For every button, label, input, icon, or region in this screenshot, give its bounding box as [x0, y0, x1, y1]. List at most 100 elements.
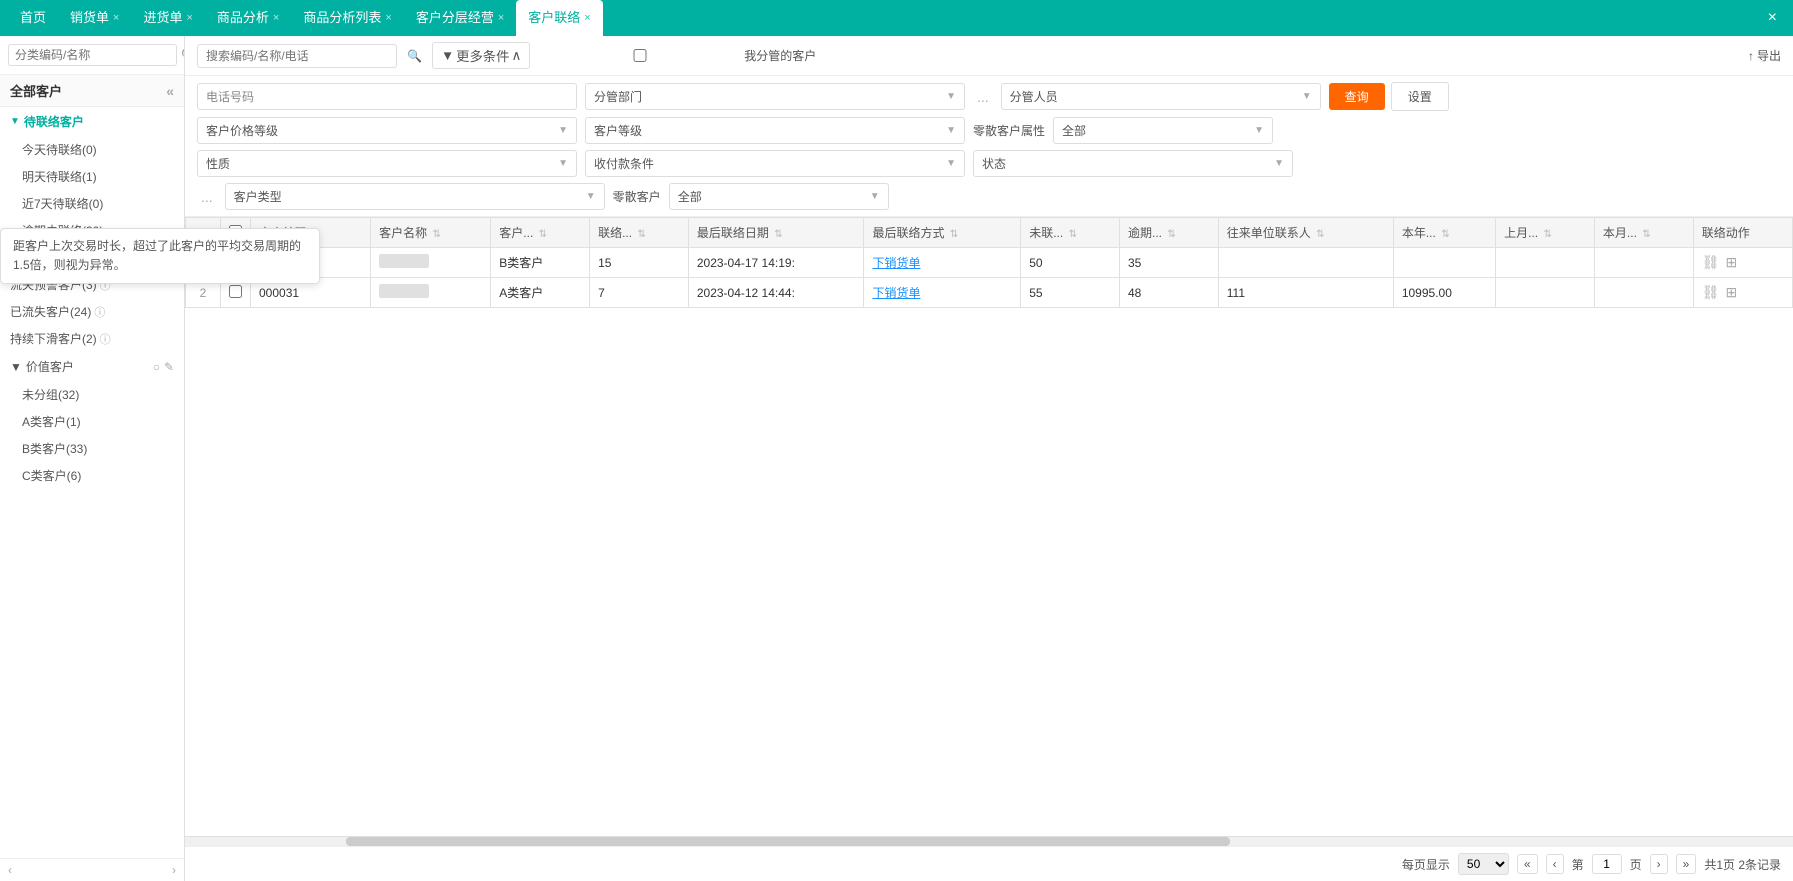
- close-icon[interactable]: ×: [584, 0, 590, 36]
- sidebar-bottom-nav: ‹ ›: [0, 858, 184, 881]
- chevron-down-icon: ▼: [586, 191, 596, 202]
- current-year-cell: [1393, 248, 1495, 278]
- sort-icon[interactable]: ⇅: [539, 229, 547, 240]
- setting-button[interactable]: 设置: [1391, 82, 1449, 111]
- close-icon[interactable]: ×: [498, 0, 504, 36]
- close-icon[interactable]: ×: [186, 0, 192, 36]
- filter-dept-select[interactable]: 分管部门 ▼: [585, 83, 965, 110]
- close-icon[interactable]: ×: [273, 0, 279, 36]
- sort-icon[interactable]: ⇅: [1441, 229, 1449, 240]
- nav-sales[interactable]: 销货单 ×: [58, 0, 131, 36]
- sidebar-item-c-class[interactable]: C类客户(6): [0, 462, 184, 489]
- close-icon[interactable]: ×: [113, 0, 119, 36]
- sidebar-item-declining[interactable]: 持续下滑客户(2) ⓘ: [0, 325, 184, 352]
- sort-icon[interactable]: ⇅: [950, 229, 958, 240]
- filter-retail-customer-select[interactable]: 全部 ▼: [669, 183, 889, 210]
- row-checkbox[interactable]: [229, 285, 242, 298]
- current-year-cell: 10995.00: [1393, 278, 1495, 308]
- edit-icon[interactable]: ✎: [164, 360, 174, 374]
- link-icon[interactable]: ⛓: [1702, 284, 1720, 301]
- sort-icon[interactable]: ⇅: [1167, 229, 1175, 240]
- link-icon[interactable]: ⛓: [1702, 254, 1720, 271]
- sidebar-item-tomorrow[interactable]: 明天待联络(1): [0, 163, 184, 190]
- last-contact-method-cell[interactable]: 下销货单: [864, 248, 1021, 278]
- my-customer-checkbox-label[interactable]: 我分管的客户: [540, 47, 816, 64]
- sort-icon[interactable]: ⇅: [1069, 229, 1077, 240]
- filter-gender-select[interactable]: 性质 ▼: [197, 150, 577, 177]
- chevron-down-icon: ▼: [946, 125, 956, 136]
- contact-person-cell: 111: [1218, 278, 1393, 308]
- page-number-input[interactable]: [1592, 854, 1622, 874]
- sidebar-section-pending[interactable]: ▼ 待联络客户: [0, 107, 184, 136]
- sidebar-next-btn[interactable]: ›: [172, 863, 176, 877]
- filter-price-level-select[interactable]: 客户价格等级 ▼: [197, 117, 577, 144]
- retail-customer-label: 零散客户: [613, 188, 661, 205]
- last-month-cell: [1496, 248, 1595, 278]
- horizontal-scrollbar[interactable]: [185, 836, 1793, 846]
- next-page-button[interactable]: ›: [1650, 854, 1668, 874]
- filter-payment-select[interactable]: 收付款条件 ▼: [585, 150, 965, 177]
- sidebar-all-customers[interactable]: 全部客户 «: [0, 75, 184, 107]
- sort-icon[interactable]: ⇅: [637, 229, 645, 240]
- prev-page-button[interactable]: ‹: [1546, 854, 1564, 874]
- sidebar-item-a-class[interactable]: A类客户(1): [0, 408, 184, 435]
- scrollbar-thumb[interactable]: [346, 837, 1230, 846]
- filter-search-input[interactable]: [197, 44, 397, 68]
- more-ellipsis-btn[interactable]: ...: [197, 189, 217, 205]
- nav-product-list[interactable]: 商品分析列表 ×: [291, 0, 403, 36]
- nav-customer-contact[interactable]: 客户联络 ×: [516, 0, 602, 36]
- filter-customer-level-select[interactable]: 客户等级 ▼: [585, 117, 965, 144]
- sidebar-collapse-btn[interactable]: «: [166, 83, 174, 99]
- nav-customer-tier[interactable]: 客户分层经营 ×: [404, 0, 516, 36]
- sidebar-value-title[interactable]: ▼ 价值客户: [10, 358, 74, 375]
- sidebar-item-today[interactable]: 今天待联络(0): [0, 136, 184, 163]
- filter-icon: ▼: [441, 48, 454, 63]
- last-page-button[interactable]: »: [1676, 854, 1697, 874]
- filter-customer-type-select[interactable]: 客户类型 ▼: [225, 183, 605, 210]
- action-buttons: 查询 设置: [1329, 82, 1449, 111]
- sort-icon[interactable]: ⇅: [1642, 229, 1650, 240]
- sort-icon[interactable]: ⇅: [433, 229, 441, 240]
- sidebar-item-b-class[interactable]: B类客户(33): [0, 435, 184, 462]
- sidebar-search-input[interactable]: [8, 44, 177, 66]
- add-icon[interactable]: ○: [153, 360, 160, 374]
- last-contact-method-cell[interactable]: 下销货单: [864, 278, 1021, 308]
- total-records-label: 共1页 2条记录: [1704, 856, 1781, 873]
- nav-home[interactable]: 首页: [8, 0, 58, 36]
- sidebar-item-7days[interactable]: 近7天待联络(0): [0, 190, 184, 217]
- col-customer-name: 客户名称 ⇅: [371, 218, 491, 248]
- sidebar-item-lost[interactable]: 已流失客户(24) ⓘ: [0, 298, 184, 325]
- sidebar-item-ungroup[interactable]: 未分组(32): [0, 381, 184, 408]
- my-customer-checkbox[interactable]: [540, 49, 740, 62]
- close-icon[interactable]: ×: [385, 0, 391, 36]
- export-button[interactable]: ↑ 导出: [1748, 47, 1781, 64]
- query-button[interactable]: 查询: [1329, 83, 1385, 110]
- grid-icon[interactable]: ⊞: [1725, 284, 1737, 301]
- contact-count-cell: 7: [590, 278, 689, 308]
- col-last-contact-date: 最后联络日期 ⇅: [688, 218, 864, 248]
- filter-retail-attr-select[interactable]: 全部 ▼: [1053, 117, 1273, 144]
- filter-row-1: 电话号码 分管部门 ▼ ... 分管人员 ▼ 查询 设置: [197, 82, 1781, 111]
- col-current-year: 本年... ⇅: [1393, 218, 1495, 248]
- dept-more-btn[interactable]: ...: [973, 89, 993, 105]
- sidebar-prev-btn[interactable]: ‹: [8, 863, 12, 877]
- sort-icon[interactable]: ⇅: [1316, 229, 1324, 240]
- col-contact-person: 往来单位联系人 ⇅: [1218, 218, 1393, 248]
- table-row: 1 000039 B类客户 15 2023-04-17 14:19: 下销货单: [186, 248, 1793, 278]
- sort-icon[interactable]: ⇅: [1544, 229, 1552, 240]
- nav-purchase[interactable]: 进货单 ×: [131, 0, 204, 36]
- nav-product-analysis[interactable]: 商品分析 ×: [205, 0, 291, 36]
- sort-icon[interactable]: ⇅: [774, 229, 782, 240]
- close-all-button[interactable]: ×: [1760, 9, 1785, 27]
- filter-status-select[interactable]: 状态 ▼: [973, 150, 1293, 177]
- more-conditions-button[interactable]: ▼ 更多条件 ∧: [432, 42, 530, 69]
- grid-icon[interactable]: ⊞: [1725, 254, 1737, 271]
- filter-phone-field: 电话号码: [197, 83, 577, 110]
- filter-person-select[interactable]: 分管人员 ▼: [1001, 83, 1321, 110]
- filter-search-icon[interactable]: 🔍: [407, 49, 422, 63]
- chevron-down-icon: ▼: [1254, 125, 1264, 136]
- page-size-select[interactable]: 50 20 100 200: [1458, 853, 1509, 875]
- first-page-button[interactable]: «: [1517, 854, 1538, 874]
- top-nav: 首页 销货单 × 进货单 × 商品分析 × 商品分析列表 × 客户分层经营 × …: [0, 0, 1793, 36]
- filter-phone-input[interactable]: [258, 90, 568, 104]
